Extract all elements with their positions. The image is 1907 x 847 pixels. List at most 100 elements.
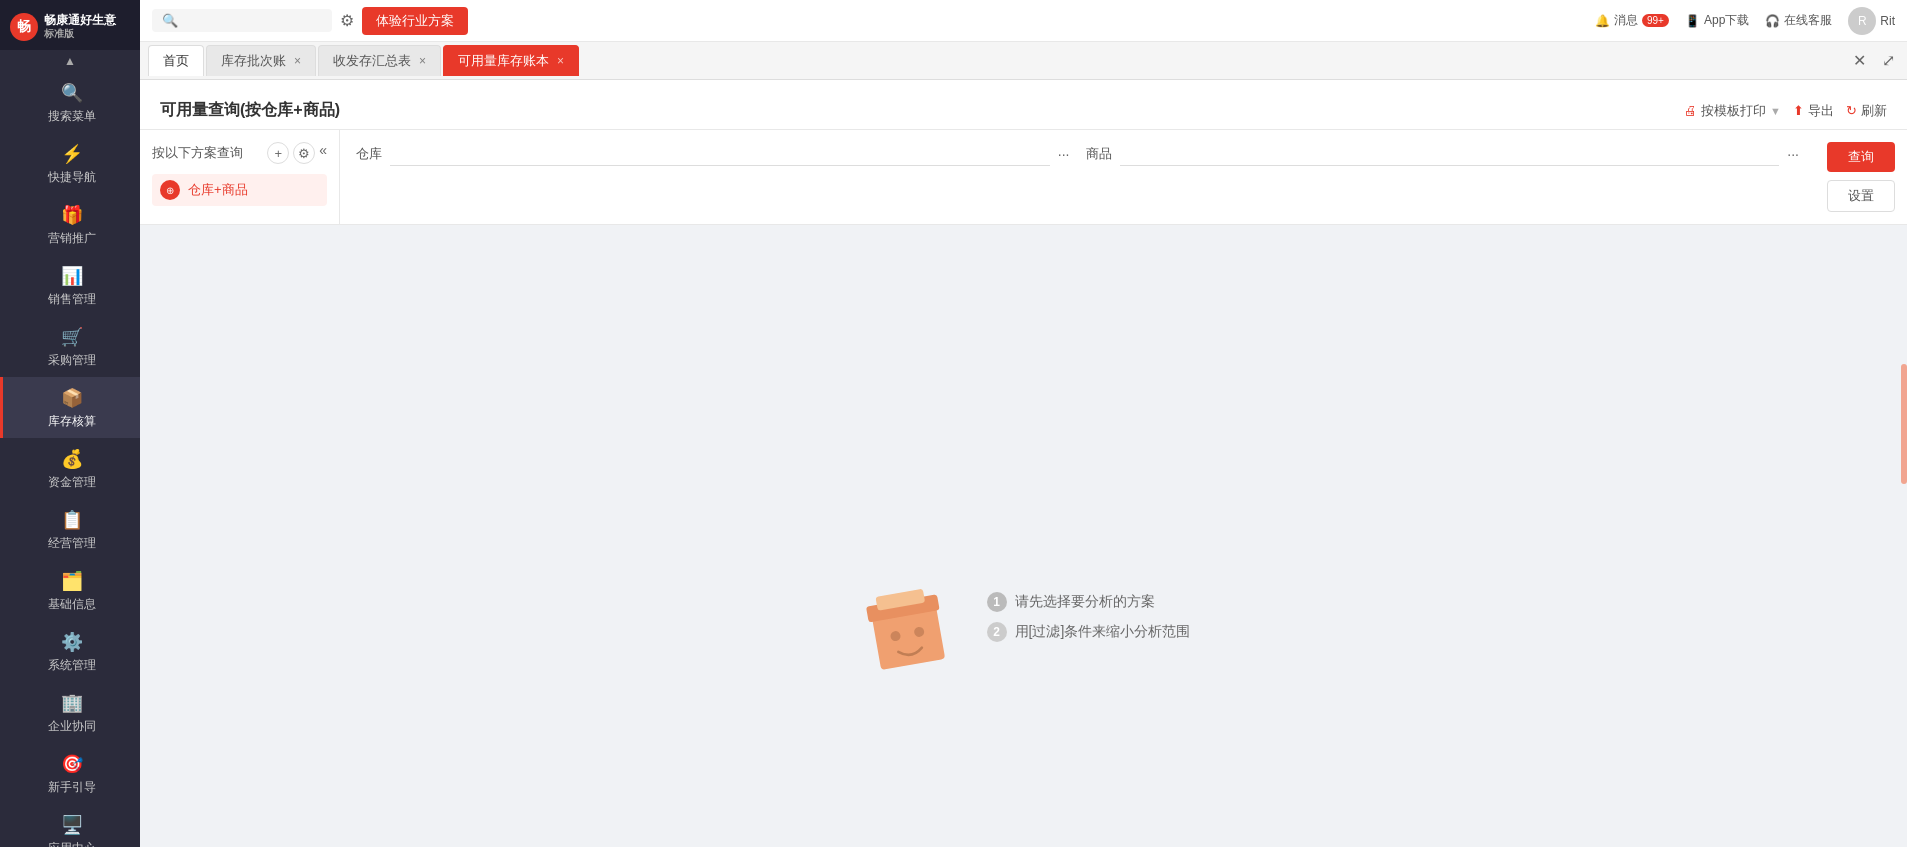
settings-icon[interactable]: ⚙	[340, 11, 354, 30]
tab-available-close[interactable]: ×	[557, 54, 564, 68]
tab-home[interactable]: 首页	[148, 45, 204, 76]
empty-hint-2: 2 用[过滤]条件来缩小分析范围	[987, 622, 1191, 642]
avatar: R	[1848, 7, 1876, 35]
search-input[interactable]	[184, 14, 314, 28]
page-actions: 🖨 按模板打印 ▼ ⬆ 导出 ↻ 刷新	[1684, 102, 1887, 120]
print-btn[interactable]: 🖨 按模板打印 ▼	[1684, 102, 1781, 120]
sidebar-item-purchase[interactable]: 🛒 采购管理	[0, 316, 140, 377]
settings-button[interactable]: 设置	[1827, 180, 1895, 212]
sidebar-item-system[interactable]: ⚙️ 系统管理	[0, 621, 140, 682]
printer-icon: 🖨	[1684, 103, 1697, 118]
quick-icon: ⚡	[61, 143, 83, 165]
refresh-label: 刷新	[1861, 102, 1887, 120]
sidebar-item-label: 资金管理	[48, 474, 96, 491]
warehouse-input[interactable]	[390, 142, 1050, 166]
filter-scheme-actions: + ⚙ «	[267, 142, 327, 164]
tabbar-close-button[interactable]: ✕	[1849, 47, 1870, 74]
sidebar-item-label: 营销推广	[48, 230, 96, 247]
search-icon: 🔍	[162, 13, 178, 28]
scheme-icon: ⊕	[160, 180, 180, 200]
topbar-search-box: 🔍	[152, 9, 332, 32]
sidebar-scroll-up[interactable]: ▲	[0, 50, 140, 72]
scheme-settings-btn[interactable]: ⚙	[293, 142, 315, 164]
empty-hints: 1 请先选择要分析的方案 2 用[过滤]条件来缩小分析范围	[987, 592, 1191, 642]
tab-batch-close[interactable]: ×	[294, 54, 301, 68]
user-profile[interactable]: R Rit	[1848, 7, 1895, 35]
refresh-btn[interactable]: ↻ 刷新	[1846, 102, 1887, 120]
goods-more-btn[interactable]: ···	[1787, 146, 1799, 162]
sidebar-item-sales[interactable]: 📊 销售管理	[0, 255, 140, 316]
filter-scheme-title: 按以下方案查询	[152, 144, 243, 162]
sidebar-nav: 🔍 搜索菜单 ⚡ 快捷导航 🎁 营销推广 📊 销售管理 🛒 采购管理 📦 库存核…	[0, 72, 140, 847]
sidebar-item-quick[interactable]: ⚡ 快捷导航	[0, 133, 140, 194]
tabbar-expand-button[interactable]: ⤢	[1878, 47, 1899, 74]
scheme-item-label: 仓库+商品	[188, 181, 248, 199]
app-download-btn[interactable]: 📱 App下载	[1685, 12, 1749, 29]
goods-input[interactable]	[1120, 142, 1780, 166]
right-scrollbar[interactable]	[1901, 364, 1907, 484]
refresh-icon: ↻	[1846, 103, 1857, 118]
export-btn[interactable]: ⬆ 导出	[1793, 102, 1834, 120]
sidebar-item-marketing[interactable]: 🎁 营销推广	[0, 194, 140, 255]
sidebar-item-label: 采购管理	[48, 352, 96, 369]
bell-icon: 🔔	[1595, 14, 1610, 28]
tab-batch[interactable]: 库存批次账 ×	[206, 45, 316, 76]
sidebar-item-label: 搜索菜单	[48, 108, 96, 125]
sidebar-item-basic[interactable]: 🗂️ 基础信息	[0, 560, 140, 621]
empty-state: 1 请先选择要分析的方案 2 用[过滤]条件来缩小分析范围	[140, 225, 1907, 847]
search-icon: 🔍	[61, 82, 83, 104]
add-scheme-btn[interactable]: +	[267, 142, 289, 164]
target-icon: 🎯	[61, 753, 83, 775]
sidebar-logo: 畅 畅康通好生意 标准版	[0, 0, 140, 50]
filter-scheme-panel: 按以下方案查询 + ⚙ « ⊕ 仓库+商品	[140, 130, 340, 224]
sidebar-item-enterprise[interactable]: 🏢 企业协同	[0, 682, 140, 743]
tab-available[interactable]: 可用量库存账本 ×	[443, 45, 579, 76]
filter-field-goods: 商品 ···	[1086, 142, 1800, 166]
logo-icon: 畅	[10, 13, 38, 41]
cart-icon: 🛒	[61, 326, 83, 348]
industry-btn[interactable]: 体验行业方案	[362, 7, 468, 35]
phone-icon: 📱	[1685, 14, 1700, 28]
tab-summary[interactable]: 收发存汇总表 ×	[318, 45, 441, 76]
sidebar-item-label: 快捷导航	[48, 169, 96, 186]
gear-icon: ⚙️	[61, 631, 83, 653]
sidebar-item-finance[interactable]: 💰 资金管理	[0, 438, 140, 499]
sidebar-item-appstore[interactable]: 🖥️ 应用中心	[0, 804, 140, 847]
print-dropdown-icon: ▼	[1770, 105, 1781, 117]
logo-name: 畅康通好生意	[44, 13, 116, 27]
customer-service-btn[interactable]: 🎧 在线客服	[1765, 12, 1832, 29]
messages-badge: 99+	[1642, 14, 1669, 27]
hint-num-2: 2	[987, 622, 1007, 642]
sidebar-item-label: 应用中心	[48, 840, 96, 847]
chart-icon: 📊	[61, 265, 83, 287]
messages-btn[interactable]: 🔔 消息 99+	[1595, 12, 1669, 29]
sidebar-item-label: 基础信息	[48, 596, 96, 613]
folder-icon: 🗂️	[61, 570, 83, 592]
warehouse-more-btn[interactable]: ···	[1058, 146, 1070, 162]
hint-text-2: 用[过滤]条件来缩小分析范围	[1015, 623, 1191, 641]
empty-hint-1: 1 请先选择要分析的方案	[987, 592, 1191, 612]
sidebar-item-guide[interactable]: 🎯 新手引导	[0, 743, 140, 804]
tabbar: 首页 库存批次账 × 收发存汇总表 × 可用量库存账本 × ✕ ⤢	[140, 42, 1907, 80]
sidebar-item-operation[interactable]: 📋 经营管理	[0, 499, 140, 560]
topbar-right: 🔔 消息 99+ 📱 App下载 🎧 在线客服 R Rit	[1595, 7, 1895, 35]
page-title: 可用量查询(按仓库+商品)	[160, 100, 340, 121]
empty-svg-icon	[857, 567, 957, 677]
tab-summary-close[interactable]: ×	[419, 54, 426, 68]
tab-available-label: 可用量库存账本	[458, 52, 549, 70]
hint-num-1: 1	[987, 592, 1007, 612]
clipboard-icon: 📋	[61, 509, 83, 531]
sidebar-item-search[interactable]: 🔍 搜索菜单	[0, 72, 140, 133]
filter-fields: 仓库 ··· 商品 ···	[340, 130, 1815, 224]
query-button[interactable]: 查询	[1827, 142, 1895, 172]
scheme-item-warehouse-goods[interactable]: ⊕ 仓库+商品	[152, 174, 327, 206]
export-icon: ⬆	[1793, 103, 1804, 118]
export-label: 导出	[1808, 102, 1834, 120]
gift-icon: 🎁	[61, 204, 83, 226]
sidebar-item-inventory[interactable]: 📦 库存核算	[0, 377, 140, 438]
collapse-btn[interactable]: «	[319, 142, 327, 164]
filter-actions: 查询 设置	[1815, 130, 1907, 224]
sidebar-item-label: 企业协同	[48, 718, 96, 735]
warehouse-label: 仓库	[356, 145, 382, 163]
print-label: 按模板打印	[1701, 102, 1766, 120]
